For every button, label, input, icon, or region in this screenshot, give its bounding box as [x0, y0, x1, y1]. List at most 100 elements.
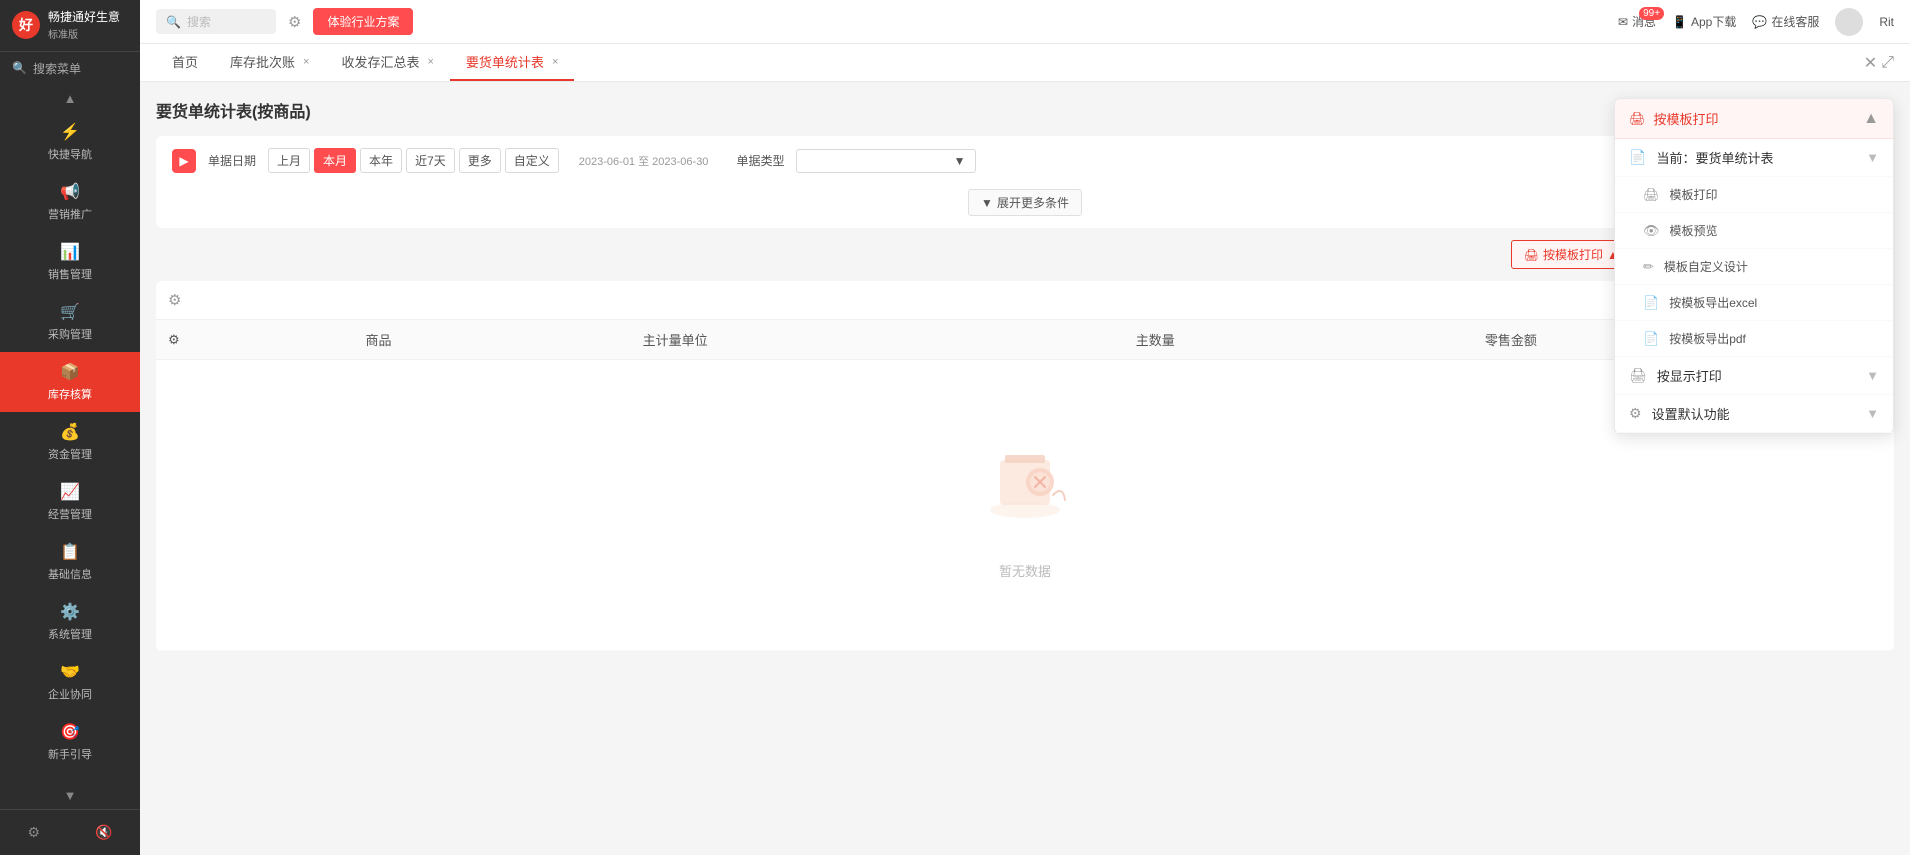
template-design-icon: ✏ — [1643, 259, 1654, 275]
print-dropdown-title: 🖨 按模板打印 — [1629, 109, 1719, 128]
collab-label: 企业协同 — [48, 686, 92, 702]
marketing-label: 营销推广 — [48, 206, 92, 222]
quick-nav-icon: ⚡ — [60, 122, 80, 142]
date-prev-month-btn[interactable]: 上月 — [268, 148, 310, 173]
topbar-gear-btn[interactable]: ⚙ — [288, 13, 301, 31]
print-dropdown-header: 🖨 按模板打印 ▲ — [1615, 99, 1893, 139]
topbar-right: ✉ 消息 99+ 📱 App下载 💬 在线客服 Rit — [1618, 8, 1894, 36]
message-badge: 99+ — [1639, 7, 1664, 20]
promo-button[interactable]: 体验行业方案 — [313, 8, 413, 35]
expand-label: 展开更多条件 — [997, 194, 1069, 211]
template-pdf-label: 按模板导出pdf — [1669, 330, 1746, 347]
sidebar-item-purchase[interactable]: 🛒 采购管理 — [0, 292, 140, 352]
print-dropdown: 🖨 按模板打印 ▲ 📄 当前：要货单统计表 ▼ 🖨 模板打印 👁 模板预览 ✏ — [1614, 98, 1894, 434]
system-label: 系统管理 — [48, 626, 92, 642]
search-icon: 🔍 — [12, 61, 27, 75]
template-excel-label: 按模板导出excel — [1669, 294, 1757, 311]
filter-toggle-btn[interactable]: ▶ — [172, 149, 196, 173]
inventory-icon: 📦 — [60, 362, 80, 382]
display-print-item[interactable]: 🖨 按显示打印 ▼ — [1615, 357, 1893, 395]
sidebar-item-basic[interactable]: 📋 基础信息 — [0, 532, 140, 592]
message-icon: ✉ — [1618, 15, 1628, 29]
template-design-item[interactable]: ✏ 模板自定义设计 — [1615, 249, 1893, 285]
tab-receipt-summary-close[interactable]: × — [427, 56, 433, 68]
date-range-text: 2023-06-01 至 2023-06-30 — [579, 153, 709, 169]
search-menu[interactable]: 🔍 搜索菜单 — [0, 52, 140, 85]
current-template-arrow: ▼ — [1866, 150, 1879, 165]
search-menu-label: 搜索菜单 — [33, 60, 81, 77]
tab-receipt-summary[interactable]: 收发存汇总表 × — [325, 44, 449, 81]
scroll-up-btn[interactable]: ▲ — [0, 85, 140, 112]
finance-label: 资金管理 — [48, 446, 92, 462]
mute-icon[interactable]: 🔇 — [87, 820, 120, 845]
col-unit: 主计量单位 — [631, 320, 1124, 360]
set-default-item[interactable]: ⚙ 设置默认功能 ▼ — [1615, 395, 1893, 433]
tab-inventory-batch-close[interactable]: × — [303, 56, 309, 68]
message-btn[interactable]: ✉ 消息 99+ — [1618, 13, 1656, 30]
guide-icon: 🎯 — [60, 722, 80, 742]
set-default-label: 设置默认功能 — [1652, 404, 1730, 423]
purchase-label: 采购管理 — [48, 326, 92, 342]
sidebar-item-apps[interactable]: 🔲 应用中心 — [0, 772, 140, 782]
settings-icon[interactable]: ⚙ — [20, 820, 49, 845]
current-template-item[interactable]: 📄 当前：要货单统计表 ▼ — [1615, 139, 1893, 177]
sidebar-item-quick-nav[interactable]: ⚡ 快捷导航 — [0, 112, 140, 172]
date-cur-month-btn[interactable]: 本月 — [314, 148, 356, 173]
tabs-bar: 首页 库存批次账 × 收发存汇总表 × 要货单统计表 × ✕ ⤢ — [140, 44, 1910, 82]
tab-home[interactable]: 首页 — [156, 44, 214, 81]
template-preview-item[interactable]: 👁 模板预览 — [1615, 213, 1893, 249]
col-qty: 主数量 — [1124, 320, 1473, 360]
topbar-search[interactable]: 🔍 搜索 — [156, 9, 276, 34]
sidebar-item-marketing[interactable]: 📢 营销推广 — [0, 172, 140, 232]
tab-inventory-batch-label: 库存批次账 — [230, 52, 295, 71]
template-design-label: 模板自定义设计 — [1664, 258, 1748, 275]
content-area: 要货单统计表(按商品) ▶ 单据日期 上月 本月 本年 近7天 更多 自定义 2… — [140, 82, 1910, 855]
tab-order-stats-close[interactable]: × — [552, 56, 558, 68]
table-settings-icon[interactable]: ⚙ — [168, 291, 181, 309]
current-template-label: 当前：要货单统计表 — [1656, 148, 1773, 167]
main-area: 🔍 搜索 ⚙ 体验行业方案 ✉ 消息 99+ 📱 App下载 💬 在线客服 Ri… — [140, 0, 1910, 855]
type-filter-select[interactable]: ▼ — [796, 149, 976, 173]
tab-inventory-batch[interactable]: 库存批次账 × — [214, 44, 325, 81]
app-download-btn[interactable]: 📱 App下载 — [1672, 13, 1736, 30]
app-version: 标准版 — [48, 26, 120, 41]
print-title-icon: 🖨 — [1629, 111, 1646, 127]
username: Rit — [1879, 15, 1894, 29]
inventory-label: 库存核算 — [48, 386, 92, 402]
tab-order-stats[interactable]: 要货单统计表 × — [450, 44, 574, 81]
collab-icon: 🤝 — [60, 662, 80, 682]
template-preview-label: 模板预览 — [1670, 222, 1718, 239]
template-excel-item[interactable]: 📄 按模板导出excel — [1615, 285, 1893, 321]
print-template-label: 按模板打印 — [1543, 246, 1603, 263]
sidebar-item-inventory[interactable]: 📦 库存核算 — [0, 352, 140, 412]
support-btn[interactable]: 💬 在线客服 — [1752, 13, 1819, 30]
sidebar-item-system[interactable]: ⚙️ 系统管理 — [0, 592, 140, 652]
sidebar-item-finance[interactable]: 💰 资金管理 — [0, 412, 140, 472]
template-pdf-item[interactable]: 📄 按模板导出pdf — [1615, 321, 1893, 357]
expand-more-btn[interactable]: ▼ 展开更多条件 — [968, 189, 1082, 216]
app-download-label: App下载 — [1691, 13, 1736, 30]
support-icon: 💬 — [1752, 15, 1767, 29]
scroll-down-btn[interactable]: ▼ — [0, 782, 140, 809]
date-custom-btn[interactable]: 自定义 — [505, 148, 559, 173]
guide-label: 新手引导 — [48, 746, 92, 762]
date-year-btn[interactable]: 本年 — [360, 148, 402, 173]
sidebar-item-operation[interactable]: 📈 经营管理 — [0, 472, 140, 532]
basic-icon: 📋 — [60, 542, 80, 562]
date-7day-btn[interactable]: 近7天 — [406, 148, 455, 173]
template-pdf-icon: 📄 — [1643, 331, 1659, 347]
sidebar-item-collab[interactable]: 🤝 企业协同 — [0, 652, 140, 712]
system-icon: ⚙️ — [60, 602, 80, 622]
avatar[interactable] — [1835, 8, 1863, 36]
sidebar-item-guide[interactable]: 🎯 新手引导 — [0, 712, 140, 772]
expand-tabs-btn[interactable]: ⤢ — [1881, 54, 1894, 72]
date-more-btn[interactable]: 更多 — [459, 148, 501, 173]
marketing-icon: 📢 — [60, 182, 80, 202]
close-all-tabs-btn[interactable]: ✕ — [1864, 53, 1877, 73]
template-print-label: 模板打印 — [1670, 186, 1718, 203]
sales-label: 销售管理 — [48, 266, 92, 282]
sidebar-item-sales[interactable]: 📊 销售管理 — [0, 232, 140, 292]
app-download-icon: 📱 — [1672, 15, 1687, 29]
template-print-item[interactable]: 🖨 模板打印 — [1615, 177, 1893, 213]
print-dropdown-close-btn[interactable]: ▲ — [1863, 110, 1879, 128]
